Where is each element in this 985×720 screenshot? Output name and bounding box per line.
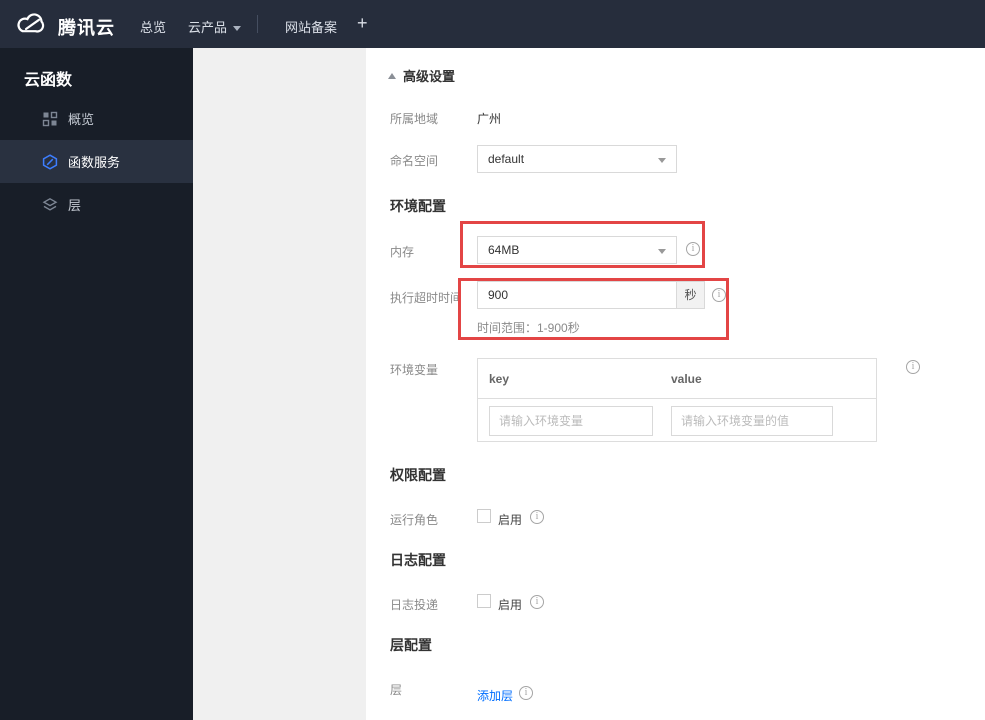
memory-select-value: 64MB [488,243,520,257]
page: 腾讯云 总览 云产品 网站备案 + 云函数 概览 函数服务 层 高级设置 所属地… [0,0,985,720]
log-delivery-enable-label: 启用 [498,598,523,612]
log-delivery-label: 日志投递 [390,598,439,612]
chevron-down-icon [658,158,666,163]
namespace-select-value: default [488,152,525,166]
layer-config-section-title: 层配置 [390,637,432,653]
run-role-info-icon[interactable] [530,510,544,524]
nav-item-icp-filing[interactable]: 网站备案 [285,17,337,36]
envvars-key-header: key [489,372,510,386]
envvars-info-icon[interactable] [906,360,920,374]
sidebar-item-label: 概览 [68,112,95,127]
nav-item-overview[interactable]: 总览 [140,17,166,36]
envvars-table: key value [477,358,877,442]
top-nav-bar: 腾讯云 总览 云产品 网站备案 + [0,0,985,48]
sidebar-item-overview[interactable]: 概览 [0,97,193,140]
sidebar-item-layers[interactable]: 层 [0,183,193,226]
timeout-unit-suffix: 秒 [677,281,705,309]
sidebar-item-label: 函数服务 [68,155,121,170]
sidebar: 云函数 概览 函数服务 层 [0,48,193,720]
memory-select[interactable]: 64MB [477,236,677,264]
region-value: 广州 [477,112,502,126]
secondary-panel [193,48,366,720]
advanced-settings-label: 高级设置 [403,69,456,84]
envvars-label: 环境变量 [390,363,439,377]
timeout-input[interactable] [477,281,677,309]
brand-title: 腾讯云 [58,17,115,38]
add-tab-button[interactable]: + [357,13,368,34]
memory-info-icon[interactable] [686,242,700,256]
sidebar-item-label: 层 [68,198,82,213]
layer-info-icon[interactable] [519,686,533,700]
add-layer-link[interactable]: 添加层 [477,687,513,704]
log-config-section-title: 日志配置 [390,552,446,568]
envvars-table-header: key value [478,359,876,399]
nav-item-cloud-products-label: 云产品 [188,20,228,35]
nav-divider [257,15,258,33]
timeout-label: 执行超时时间 [390,291,463,305]
run-role-enable-label: 启用 [498,513,523,527]
run-role-checkbox[interactable] [477,509,491,523]
log-delivery-info-icon[interactable] [530,595,544,609]
env-config-section-title: 环境配置 [390,198,446,214]
grid-icon [42,111,58,127]
sidebar-title: 云函数 [24,72,73,89]
chevron-down-icon [658,249,666,254]
layers-icon [42,197,58,213]
timeout-range-hint: 时间范围：1-900秒 [477,321,580,335]
advanced-settings-toggle[interactable]: 高级设置 [388,66,455,85]
namespace-select[interactable]: default [477,145,677,173]
sidebar-item-function-service[interactable]: 函数服务 [0,140,193,183]
memory-label: 内存 [390,245,415,259]
timeout-info-icon[interactable] [712,288,726,302]
nav-item-cloud-products[interactable]: 云产品 [188,17,242,36]
tencent-cloud-logo-icon [14,11,50,42]
layer-label: 层 [390,683,403,697]
envvars-value-header: value [671,372,702,386]
brand[interactable]: 腾讯云 [14,11,115,42]
envvar-value-input[interactable] [671,406,833,436]
collapse-arrow-icon [388,72,396,79]
log-delivery-checkbox[interactable] [477,594,491,608]
region-label: 所属地域 [390,112,439,126]
function-hexagon-icon [42,153,58,170]
run-role-label: 运行角色 [390,513,439,527]
chevron-down-icon [233,26,242,32]
namespace-label: 命名空间 [390,154,439,168]
perm-config-section-title: 权限配置 [390,467,446,483]
envvar-key-input[interactable] [489,406,653,436]
